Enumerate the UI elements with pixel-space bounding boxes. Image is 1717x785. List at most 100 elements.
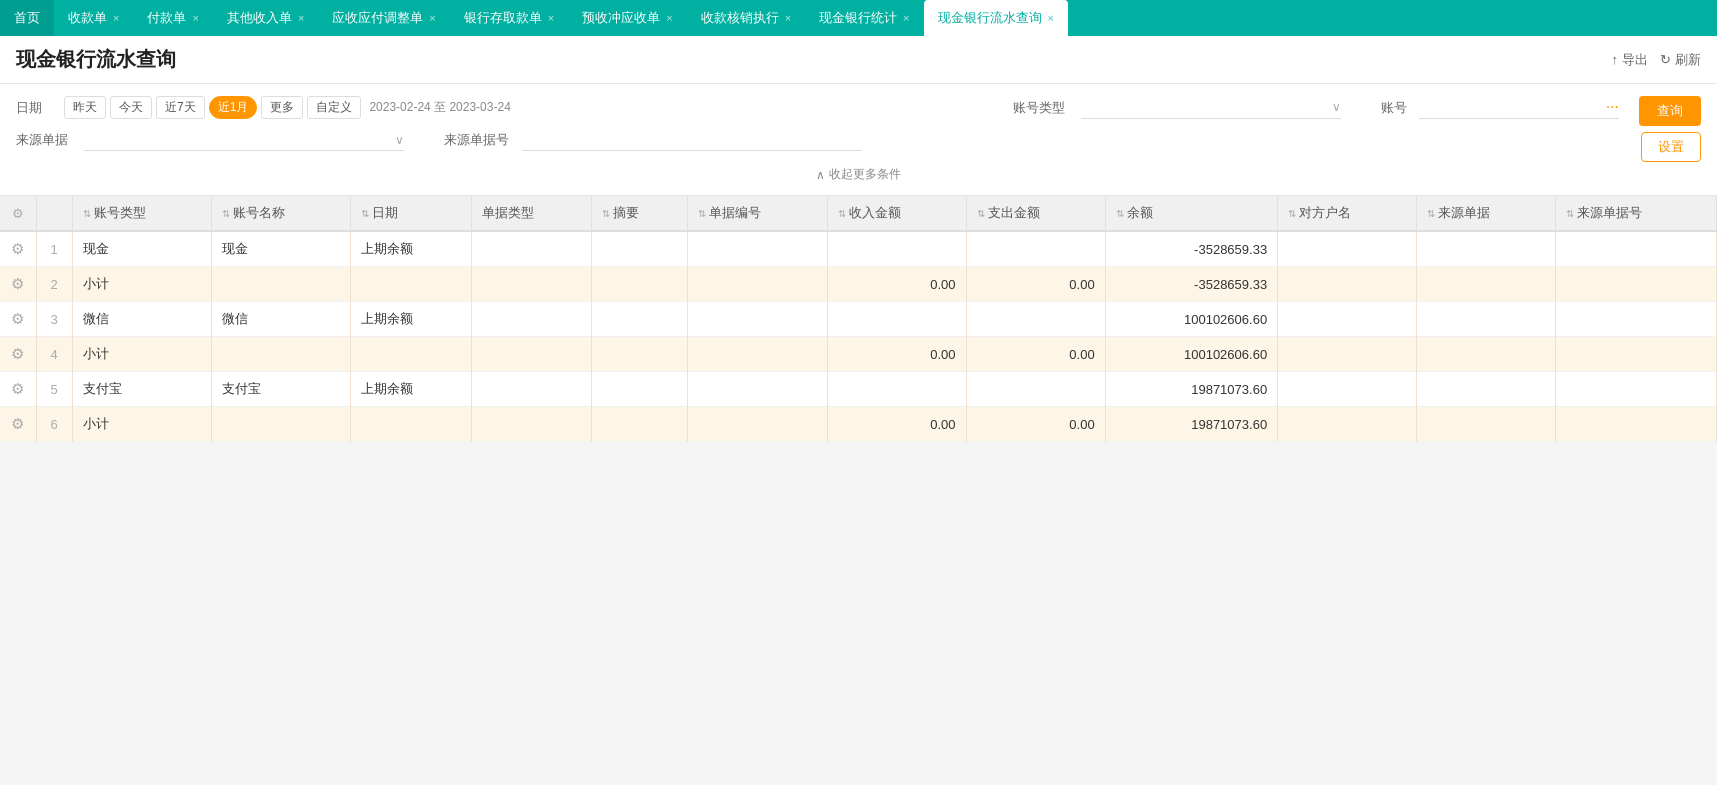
sort-icon-expense: ⇅ <box>977 208 985 219</box>
cell-source_doc_num <box>1556 267 1717 302</box>
sort-icon-counterpart: ⇅ <box>1288 208 1296 219</box>
cell-counterpart <box>1278 302 1417 337</box>
export-button[interactable]: ↑ 导出 <box>1612 51 1649 69</box>
table-body: ⚙1现金现金上期余额-3528659.33⚙2小计0.000.00-352865… <box>0 231 1717 442</box>
nav-item-首页[interactable]: 首页 <box>0 0 54 36</box>
row-gear-icon[interactable]: ⚙ <box>11 415 24 432</box>
date-btn-昨天[interactable]: 昨天 <box>64 96 106 119</box>
cell-account_name: 微信 <box>211 302 350 337</box>
col-header-account_type[interactable]: ⇅账号类型 <box>72 196 211 231</box>
account-more-button[interactable]: ··· <box>1606 98 1619 116</box>
cell-income: 0.00 <box>827 337 966 372</box>
col-header-account_name[interactable]: ⇅账号名称 <box>211 196 350 231</box>
cell-counterpart <box>1278 407 1417 442</box>
row-gear-icon[interactable]: ⚙ <box>11 240 24 257</box>
nav-close-icon[interactable]: × <box>548 12 554 24</box>
sort-icon-account_name: ⇅ <box>222 208 230 219</box>
nav-item-银行存取款单[interactable]: 银行存取款单× <box>450 0 568 36</box>
nav-item-收款单[interactable]: 收款单× <box>54 0 133 36</box>
col-header-source_doc[interactable]: ⇅来源单据 <box>1417 196 1556 231</box>
cell-date <box>350 407 471 442</box>
refresh-icon: ↻ <box>1660 52 1671 67</box>
sort-icon-account_type: ⇅ <box>83 208 91 219</box>
date-btn-近1月[interactable]: 近1月 <box>209 96 258 119</box>
cell-doc_number <box>688 337 827 372</box>
nav-close-icon[interactable]: × <box>429 12 435 24</box>
cell-expense: 0.00 <box>966 407 1105 442</box>
nav-close-icon[interactable]: × <box>1048 12 1054 24</box>
col-header-income[interactable]: ⇅收入金额 <box>827 196 966 231</box>
nav-close-icon[interactable]: × <box>298 12 304 24</box>
date-btn-近7天[interactable]: 近7天 <box>156 96 205 119</box>
cell-account_type: 微信 <box>72 302 211 337</box>
source-doc-num-input[interactable] <box>522 129 862 150</box>
cell-account_name <box>211 267 350 302</box>
cell-income <box>827 372 966 407</box>
sort-icon-source_doc_num: ⇅ <box>1566 208 1574 219</box>
nav-item-预收冲应收单[interactable]: 预收冲应收单× <box>568 0 686 36</box>
nav-close-icon[interactable]: × <box>192 12 198 24</box>
cell-gear: ⚙ <box>0 337 36 372</box>
cell-source_doc_num <box>1556 337 1717 372</box>
nav-close-icon[interactable]: × <box>113 12 119 24</box>
cell-source_doc <box>1417 372 1556 407</box>
cell-date <box>350 337 471 372</box>
row-gear-icon[interactable]: ⚙ <box>11 345 24 362</box>
cell-source_doc <box>1417 231 1556 267</box>
col-header-doc_number[interactable]: ⇅单据编号 <box>688 196 827 231</box>
nav-close-icon[interactable]: × <box>785 12 791 24</box>
table-header: ⚙⇅账号类型⇅账号名称⇅日期单据类型⇅摘要⇅单据编号⇅收入金额⇅支出金额⇅余额⇅… <box>0 196 1717 231</box>
cell-income <box>827 302 966 337</box>
date-btn-今天[interactable]: 今天 <box>110 96 152 119</box>
cell-account_name <box>211 407 350 442</box>
account-input[interactable] <box>1419 97 1600 118</box>
col-header-balance[interactable]: ⇅余额 <box>1105 196 1277 231</box>
col-header-doc_type: 单据类型 <box>471 196 592 231</box>
refresh-button[interactable]: ↻ 刷新 <box>1660 51 1701 69</box>
cell-doc_number <box>688 372 827 407</box>
col-header-source_doc_num[interactable]: ⇅来源单据号 <box>1556 196 1717 231</box>
source-doc-dropdown-arrow[interactable]: ∨ <box>395 133 404 147</box>
date-btn-自定义[interactable]: 自定义 <box>307 96 361 119</box>
col-header-index <box>36 196 72 231</box>
cell-source_doc <box>1417 407 1556 442</box>
collapse-button[interactable]: ∧ 收起更多条件 <box>816 166 901 183</box>
cell-date: 上期余额 <box>350 302 471 337</box>
date-options: 昨天今天近7天近1月更多自定义 <box>64 96 361 119</box>
nav-item-应收应付调整单[interactable]: 应收应付调整单× <box>318 0 449 36</box>
cell-summary <box>592 267 688 302</box>
cell-source_doc <box>1417 302 1556 337</box>
nav-item-现金银行统计[interactable]: 现金银行统计× <box>805 0 923 36</box>
row-gear-icon[interactable]: ⚙ <box>11 275 24 292</box>
col-header-summary[interactable]: ⇅摘要 <box>592 196 688 231</box>
cell-counterpart <box>1278 231 1417 267</box>
sort-icon-income: ⇅ <box>838 208 846 219</box>
date-btn-更多[interactable]: 更多 <box>261 96 303 119</box>
gear-settings-icon[interactable]: ⚙ <box>12 206 24 221</box>
nav-item-收款核销执行[interactable]: 收款核销执行× <box>687 0 805 36</box>
nav-item-其他收入单[interactable]: 其他收入单× <box>213 0 318 36</box>
row-gear-icon[interactable]: ⚙ <box>11 310 24 327</box>
account-type-dropdown-arrow[interactable]: ∨ <box>1332 100 1341 114</box>
sort-icon-summary: ⇅ <box>602 208 610 219</box>
nav-close-icon[interactable]: × <box>666 12 672 24</box>
account-type-input[interactable] <box>1081 97 1332 118</box>
col-header-counterpart[interactable]: ⇅对方户名 <box>1278 196 1417 231</box>
col-header-date[interactable]: ⇅日期 <box>350 196 471 231</box>
cell-doc_type <box>471 337 592 372</box>
right-buttons: 查询 设置 <box>1639 96 1701 162</box>
sort-icon-source_doc: ⇅ <box>1427 208 1435 219</box>
account-type-select-wrapper: ∨ <box>1081 97 1341 119</box>
settings-button[interactable]: 设置 <box>1641 132 1701 162</box>
query-button[interactable]: 查询 <box>1639 96 1701 126</box>
cell-account_type: 小计 <box>72 407 211 442</box>
nav-item-付款单[interactable]: 付款单× <box>133 0 212 36</box>
cell-balance: 100102606.60 <box>1105 302 1277 337</box>
cell-summary <box>592 337 688 372</box>
col-header-expense[interactable]: ⇅支出金额 <box>966 196 1105 231</box>
row-gear-icon[interactable]: ⚙ <box>11 380 24 397</box>
nav-item-现金银行流水查询[interactable]: 现金银行流水查询× <box>924 0 1068 36</box>
cell-balance: -3528659.33 <box>1105 231 1277 267</box>
source-doc-input[interactable] <box>84 129 395 150</box>
nav-close-icon[interactable]: × <box>903 12 909 24</box>
